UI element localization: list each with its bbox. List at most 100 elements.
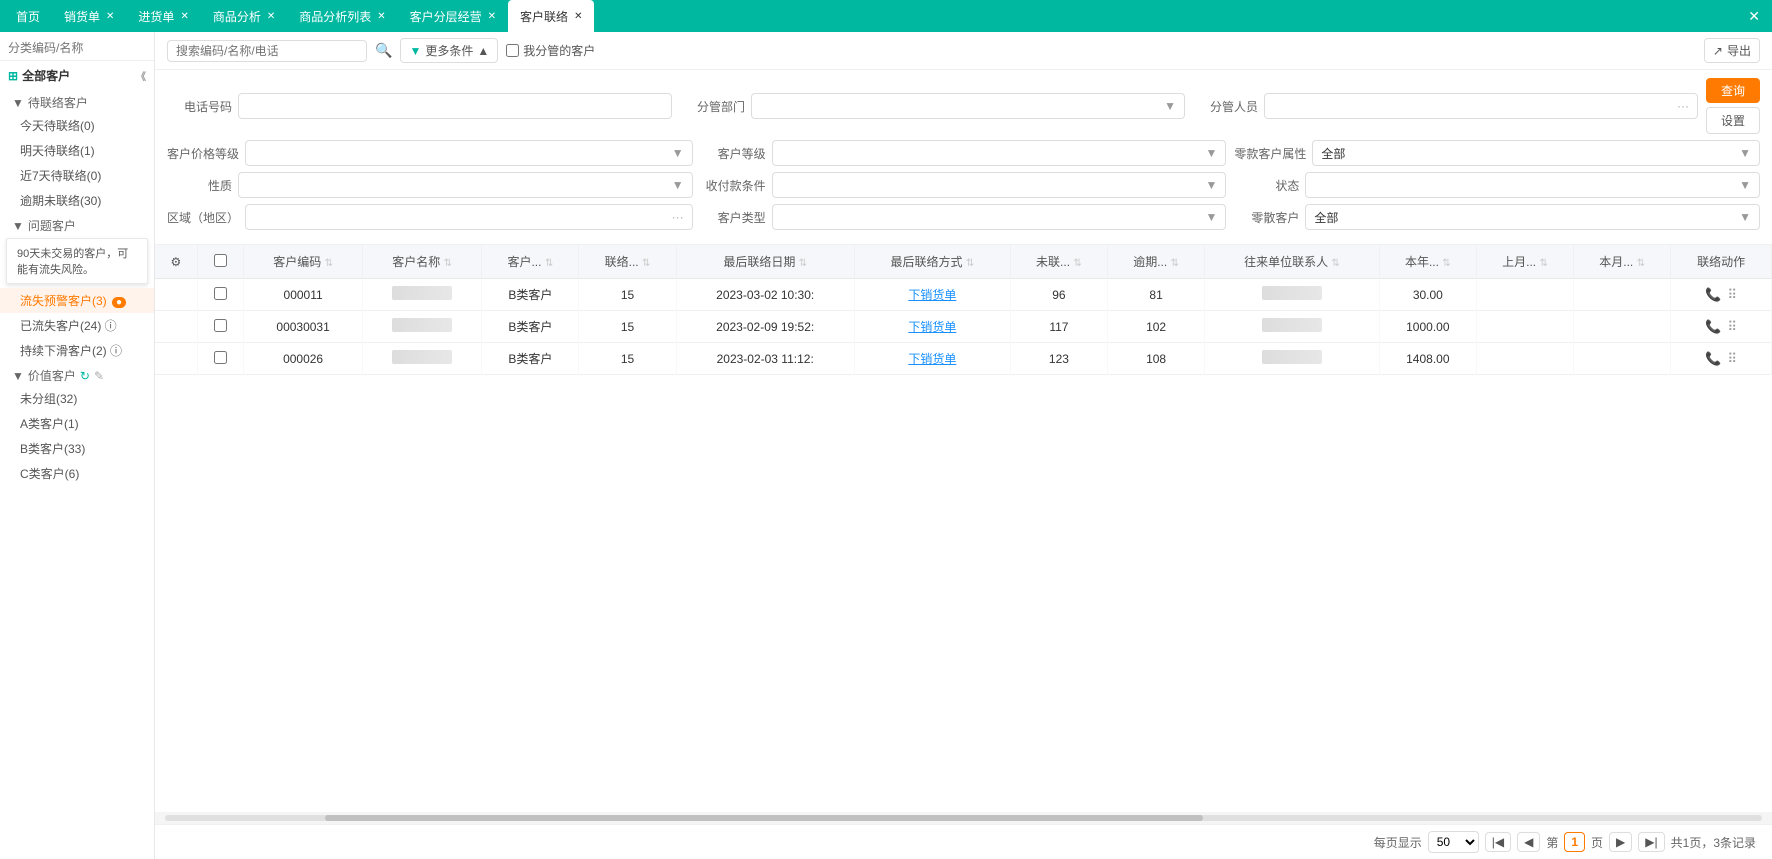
query-btn[interactable]: 查询 xyxy=(1706,78,1760,103)
sidebar-item-tomorrow[interactable]: 明天待联络(1) xyxy=(0,138,154,163)
sidebar-item-today[interactable]: 今天待联络(0) xyxy=(0,113,154,138)
col-code[interactable]: 客户编码 ⇅ xyxy=(244,245,363,279)
col-last-month[interactable]: 上月... ⇅ xyxy=(1476,245,1573,279)
row-this-month-0 xyxy=(1574,279,1671,311)
sidebar-item-class-c[interactable]: C类客户(6) xyxy=(0,461,154,486)
col-unit-contact[interactable]: 往来单位联系人 ⇅ xyxy=(1205,245,1380,279)
my-customers-checkbox[interactable] xyxy=(506,44,519,57)
sidebar-item-overdue[interactable]: 逾期未联络(30) xyxy=(0,188,154,213)
tab-close-analysis-list[interactable]: ✕ xyxy=(377,11,385,22)
sidebar-search-input[interactable] xyxy=(8,41,155,55)
customer-level-select[interactable]: ▼ xyxy=(772,140,1227,166)
price-level-select[interactable]: ▼ xyxy=(245,140,693,166)
horizontal-scroll-area[interactable] xyxy=(155,812,1772,824)
more-action-icon-1[interactable]: ⠿ xyxy=(1727,319,1737,335)
phone-action-icon-0[interactable]: 📞 xyxy=(1705,287,1721,303)
sidebar-all-customers[interactable]: ⊞ 全部客户 《 xyxy=(0,61,154,90)
row-last-method-1[interactable]: 下销货单 xyxy=(854,311,1010,343)
window-close-btn[interactable]: ✕ xyxy=(1748,8,1768,25)
staff-select[interactable]: ··· xyxy=(1264,93,1698,119)
zero-attr-select[interactable]: 全部 ▼ xyxy=(1312,140,1760,166)
last-page-btn[interactable]: ▶| xyxy=(1638,832,1664,852)
first-page-btn[interactable]: |◀ xyxy=(1485,832,1511,852)
tab-sales[interactable]: 销货单 ✕ xyxy=(52,0,126,32)
col-overdue[interactable]: 逾期... ⇅ xyxy=(1108,245,1205,279)
sidebar-item-week[interactable]: 近7天待联络(0) xyxy=(0,163,154,188)
filter-search-icon[interactable]: 🔍 xyxy=(375,42,392,59)
tab-close-customer-segment[interactable]: ✕ xyxy=(488,11,496,22)
tab-close-analysis[interactable]: ✕ xyxy=(267,11,275,22)
next-page-btn[interactable]: ▶ xyxy=(1609,832,1632,852)
tab-customer-segment[interactable]: 客户分层经营 ✕ xyxy=(398,0,508,32)
staff-dots[interactable]: ··· xyxy=(1677,99,1689,113)
tab-home[interactable]: 首页 xyxy=(4,0,52,32)
col-this-month[interactable]: 本月... ⇅ xyxy=(1574,245,1671,279)
last-method-link-0[interactable]: 下销货单 xyxy=(908,288,956,302)
more-action-icon-2[interactable]: ⠿ xyxy=(1727,351,1737,367)
gender-select[interactable]: ▼ xyxy=(238,172,693,198)
row-this-year-0: 30.00 xyxy=(1379,279,1476,311)
phone-input[interactable] xyxy=(238,93,672,119)
customer-type-select[interactable]: ▼ xyxy=(772,204,1227,230)
row-last-method-2[interactable]: 下销货单 xyxy=(854,343,1010,375)
phone-action-icon-1[interactable]: 📞 xyxy=(1705,319,1721,335)
sidebar-item-lost[interactable]: 已流失客户(24) ⓘ xyxy=(0,313,154,338)
sidebar-item-declining[interactable]: 持续下滑客户(2) ⓘ xyxy=(0,338,154,363)
row-type-2: B类客户 xyxy=(482,343,579,375)
col-type[interactable]: 客户... ⇅ xyxy=(482,245,579,279)
filter-search-input[interactable] xyxy=(167,40,367,62)
more-action-icon-0[interactable]: ⠿ xyxy=(1727,287,1737,303)
export-btn[interactable]: ↗ 导出 xyxy=(1704,38,1760,63)
tab-customer-contact[interactable]: 客户联络 ✕ xyxy=(508,0,594,32)
more-conditions-btn[interactable]: ▼ 更多条件 ▲ xyxy=(400,38,498,63)
tab-analysis[interactable]: 商品分析 ✕ xyxy=(201,0,287,32)
zero-retail-select[interactable]: 全部 ▼ xyxy=(1305,204,1760,230)
col-gear[interactable]: ⚙ xyxy=(155,245,197,279)
col-name[interactable]: 客户名称 ⇅ xyxy=(363,245,482,279)
per-page-select[interactable]: 50 20 100 xyxy=(1428,831,1479,853)
scroll-track[interactable] xyxy=(165,815,1762,821)
sidebar: 🔍 ⊞ 全部客户 《 ▼ 待联络客户 今天待联络(0) 明天待联络(1) 近7天… xyxy=(0,32,155,859)
sidebar-item-class-a[interactable]: A类客户(1) xyxy=(0,411,154,436)
last-method-link-1[interactable]: 下销货单 xyxy=(908,320,956,334)
region-select[interactable]: ··· xyxy=(245,204,693,230)
sidebar-item-loss-warn[interactable]: 流失预警客户(3) ● xyxy=(0,288,154,313)
tab-close-sales[interactable]: ✕ xyxy=(106,11,114,22)
my-customers-checkbox-label[interactable]: 我分管的客户 xyxy=(506,42,595,59)
tab-analysis-list[interactable]: 商品分析列表 ✕ xyxy=(287,0,397,32)
status-select[interactable]: ▼ xyxy=(1305,172,1760,198)
row-checkbox-input-0[interactable] xyxy=(214,287,227,300)
sidebar-item-ungroup[interactable]: 未分组(32) xyxy=(0,386,154,411)
select-all-checkbox[interactable] xyxy=(214,254,227,267)
col-no-contact[interactable]: 未联... ⇅ xyxy=(1010,245,1107,279)
sort-last-month-icon: ⇅ xyxy=(1539,258,1547,269)
col-contact[interactable]: 联络... ⇅ xyxy=(579,245,676,279)
settings-btn[interactable]: 设置 xyxy=(1706,107,1760,134)
filter-cell-region: 区域（地区） ··· xyxy=(167,204,693,230)
scroll-thumb[interactable] xyxy=(325,815,1203,821)
col-last-method[interactable]: 最后联络方式 ⇅ xyxy=(854,245,1010,279)
region-dots[interactable]: ··· xyxy=(672,210,684,224)
row-checkbox-input-1[interactable] xyxy=(214,319,227,332)
dept-select[interactable]: ▼ xyxy=(751,93,1185,119)
tab-close-purchase[interactable]: ✕ xyxy=(180,11,188,22)
prev-page-btn[interactable]: ◀ xyxy=(1517,832,1540,852)
row-checkbox-0[interactable] xyxy=(197,279,243,311)
row-checkbox-1[interactable] xyxy=(197,311,243,343)
current-page[interactable]: 1 xyxy=(1564,832,1585,852)
col-last-date[interactable]: 最后联络日期 ⇅ xyxy=(676,245,854,279)
row-no-contact-2: 123 xyxy=(1010,343,1107,375)
row-checkbox-input-2[interactable] xyxy=(214,351,227,364)
sidebar-item-class-b[interactable]: B类客户(33) xyxy=(0,436,154,461)
edit-icon[interactable]: ✎ xyxy=(94,369,104,383)
row-checkbox-2[interactable] xyxy=(197,343,243,375)
payment-select[interactable]: ▼ xyxy=(772,172,1227,198)
tab-purchase[interactable]: 进货单 ✕ xyxy=(126,0,200,32)
phone-action-icon-2[interactable]: 📞 xyxy=(1705,351,1721,367)
settings-icon[interactable]: ⚙ xyxy=(170,255,181,269)
refresh-icon[interactable]: ↻ xyxy=(80,369,90,383)
last-method-link-2[interactable]: 下销货单 xyxy=(908,352,956,366)
tab-close-customer-contact[interactable]: ✕ xyxy=(574,11,582,22)
col-this-year[interactable]: 本年... ⇅ xyxy=(1379,245,1476,279)
row-last-method-0[interactable]: 下销货单 xyxy=(854,279,1010,311)
